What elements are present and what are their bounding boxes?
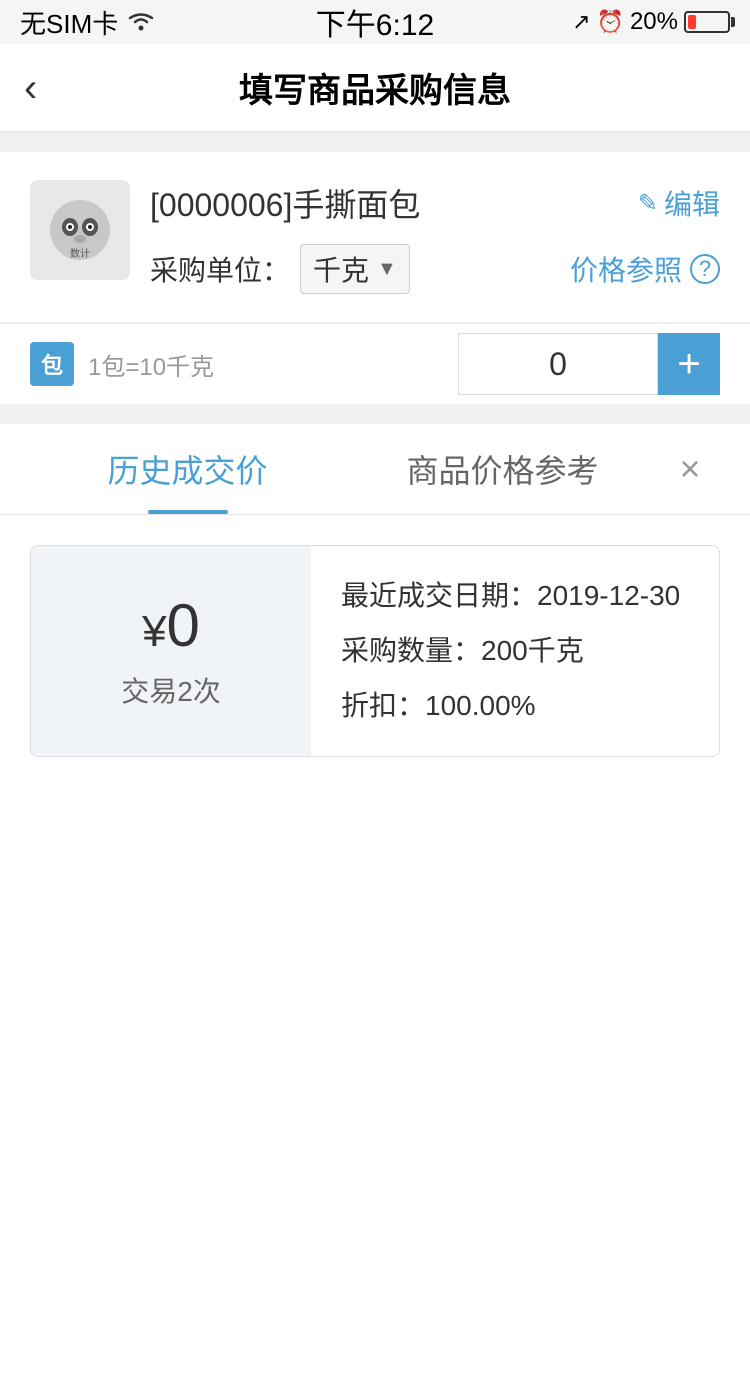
price-card: ¥0 交易2次 最近成交日期：2019-12-30 采购数量：200千克 折扣：… <box>30 545 720 757</box>
owl-logo: 数计 <box>45 195 115 265</box>
tab-close-button[interactable]: × <box>660 424 720 514</box>
back-button[interactable]: ‹ <box>24 68 37 108</box>
bottom-area <box>0 787 750 1387</box>
product-thumbnail: 数计 <box>30 180 130 280</box>
price-details: 最近成交日期：2019-12-30 采购数量：200千克 折扣：100.00% <box>311 546 719 756</box>
price-value: ¥0 <box>142 591 200 660</box>
price-ref-label: 价格参照 <box>570 249 682 289</box>
page-title: 填写商品采购信息 <box>239 63 511 112</box>
tabs-section: 历史成交价 商品价格参考 × ¥0 交易2次 最近成交日期：2019-12-30… <box>0 424 750 787</box>
edit-button[interactable]: ✎ 编辑 <box>638 183 720 223</box>
product-info: [0000006]手撕面包 ✎ 编辑 采购单位： 千克 ▼ 价格参照 <box>150 180 720 294</box>
product-header: 数计 [0000006]手撕面包 ✎ 编辑 采购单位： 千克 ▼ <box>30 180 720 294</box>
discount-label: 折扣： <box>341 690 425 721</box>
tab-history-price[interactable]: 历史成交价 <box>30 424 345 514</box>
recent-date-value: 2019-12-30 <box>537 580 680 611</box>
product-title-row: [0000006]手撕面包 ✎ 编辑 <box>150 180 720 226</box>
package-icon: 包 <box>30 342 74 386</box>
recent-date-label: 最近成交日期： <box>341 580 537 611</box>
unit-label: 采购单位： <box>150 249 290 289</box>
wifi-icon <box>126 7 156 38</box>
unit-value: 千克 <box>313 249 369 289</box>
quantity-plus-button[interactable]: + <box>658 333 720 395</box>
tab-product-price-ref[interactable]: 商品价格参考 <box>345 424 660 514</box>
quantity-input[interactable] <box>458 333 658 395</box>
status-right: ↗ ⏰ 20% <box>572 8 730 36</box>
tab-history-label: 历史成交价 <box>107 446 267 492</box>
purchase-qty-label: 采购数量： <box>341 635 481 666</box>
tabs-header: 历史成交价 商品价格参考 × <box>0 424 750 515</box>
quantity-section: 包 1包=10千克 + <box>0 324 750 404</box>
dropdown-arrow-icon: ▼ <box>377 258 397 281</box>
help-text: ? <box>699 256 711 282</box>
quantity-input-group: + <box>458 333 720 395</box>
purchase-qty-row: 采购数量：200千克 <box>341 631 689 670</box>
product-title: [0000006]手撕面包 <box>150 180 420 226</box>
edit-icon: ✎ <box>638 189 658 218</box>
nav-bar: ‹ 填写商品采购信息 <box>0 44 750 132</box>
svg-text:数计: 数计 <box>70 247 90 260</box>
tab-active-indicator <box>148 510 228 514</box>
product-section: 数计 [0000006]手撕面包 ✎ 编辑 采购单位： 千克 ▼ <box>0 152 750 322</box>
price-reference-button[interactable]: 价格参照 ? <box>570 249 720 289</box>
purchase-qty-value: 200千克 <box>481 635 584 666</box>
battery-icon <box>684 11 730 33</box>
status-time: 下午6:12 <box>316 0 434 44</box>
alarm-icon: ⏰ <box>597 9 624 35</box>
help-icon: ? <box>690 254 720 284</box>
product-unit-row: 采购单位： 千克 ▼ 价格参照 ? <box>150 244 720 294</box>
status-left: 无SIM卡 <box>20 4 156 41</box>
discount-value: 100.00% <box>425 690 536 721</box>
history-price-content: ¥0 交易2次 最近成交日期：2019-12-30 采购数量：200千克 折扣：… <box>0 515 750 787</box>
transaction-count: 交易2次 <box>121 670 221 710</box>
recent-date-row: 最近成交日期：2019-12-30 <box>341 576 689 615</box>
status-bar: 无SIM卡 下午6:12 ↗ ⏰ 20% <box>0 0 750 44</box>
price-summary: ¥0 交易2次 <box>31 546 311 756</box>
conversion-info: 1包=10千克 <box>88 347 214 382</box>
battery-percent: 20% <box>630 8 678 36</box>
unit-selector[interactable]: 千克 ▼ <box>300 244 410 294</box>
currency-symbol: ¥ <box>142 607 166 656</box>
tab-price-ref-label: 商品价格参考 <box>406 446 598 492</box>
amount-value: 0 <box>167 592 200 659</box>
quantity-label-group: 包 1包=10千克 <box>30 342 214 386</box>
edit-label: 编辑 <box>664 183 720 223</box>
discount-row: 折扣：100.00% <box>341 686 689 725</box>
carrier-text: 无SIM卡 <box>20 4 118 41</box>
location-icon: ↗ <box>572 9 590 35</box>
